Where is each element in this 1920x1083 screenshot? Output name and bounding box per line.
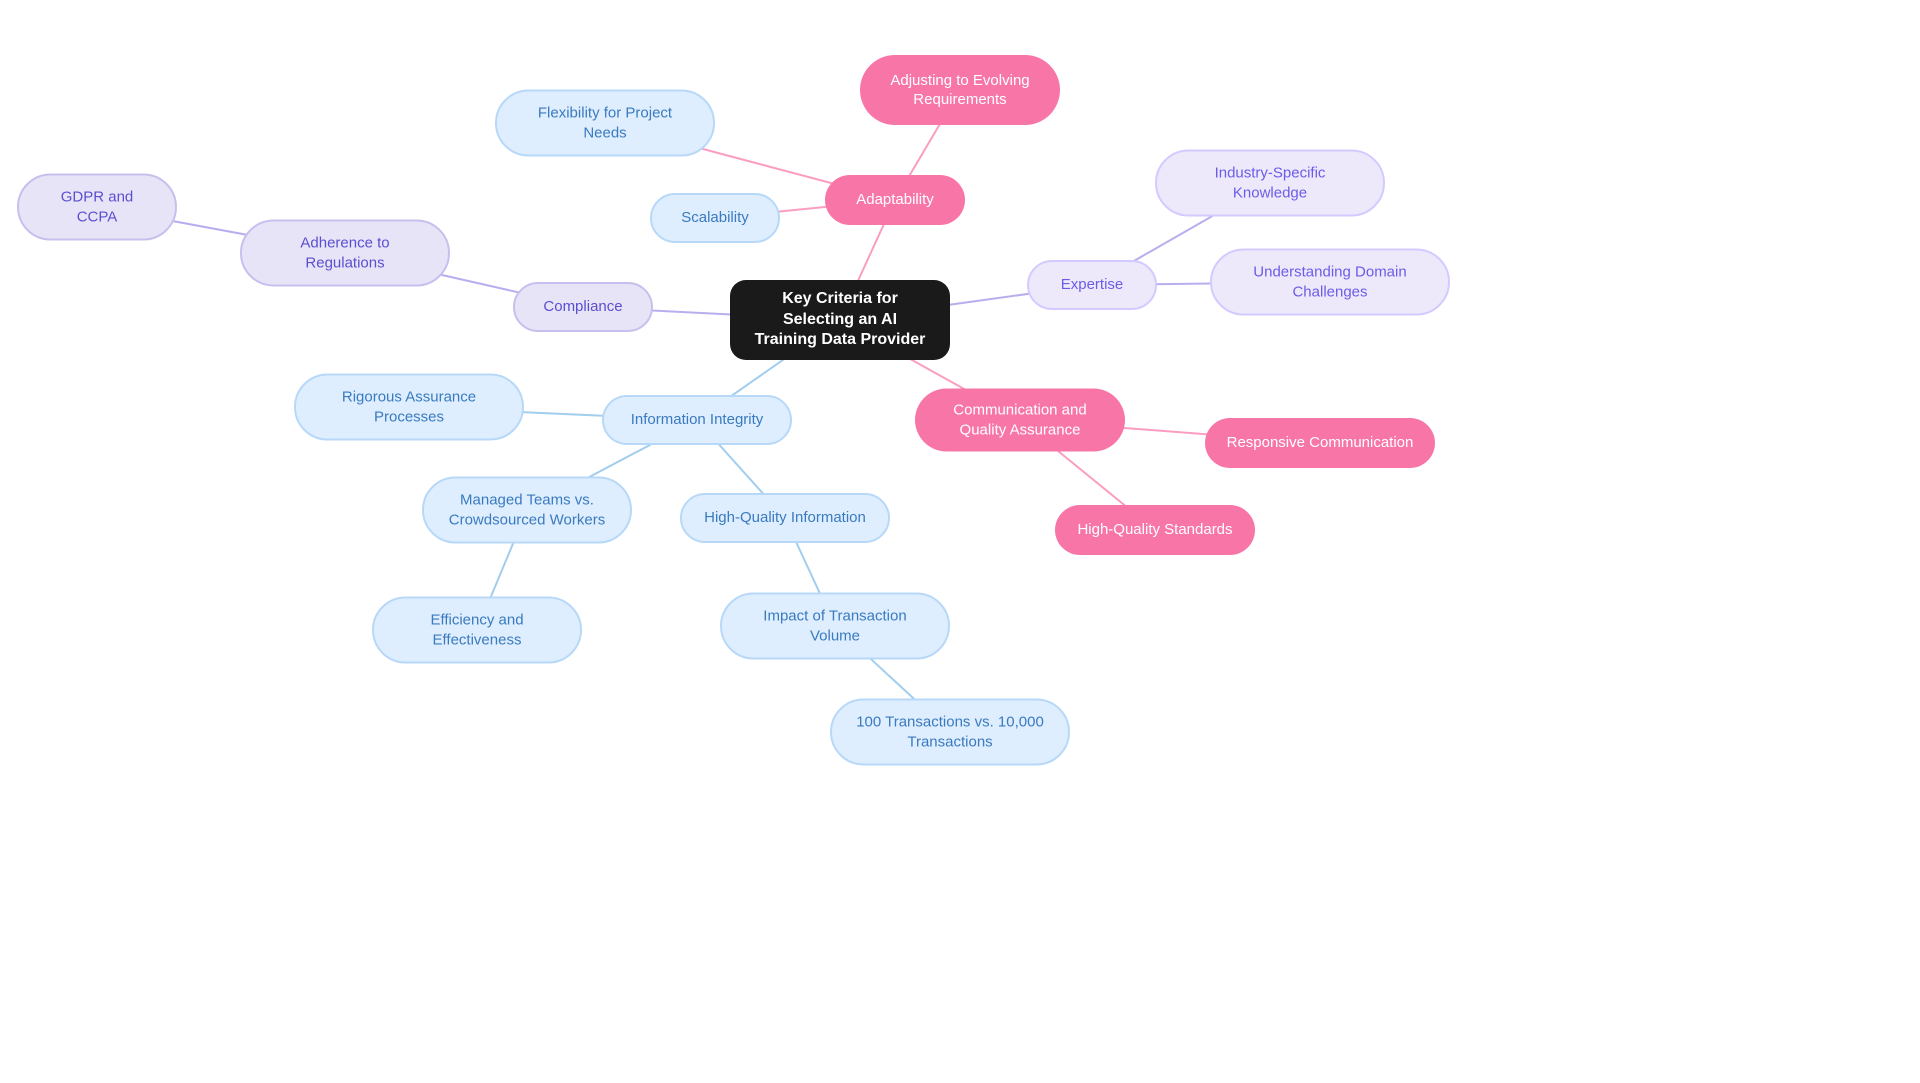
node-center[interactable]: Key Criteria for Selecting an AI Trainin… [730, 280, 950, 360]
node-transactions[interactable]: 100 Transactions vs. 10,000 Transactions [830, 699, 1070, 766]
node-rigorous[interactable]: Rigorous Assurance Processes [294, 374, 524, 441]
node-infointegrity[interactable]: Information Integrity [602, 395, 792, 445]
node-highqualityinfo[interactable]: High-Quality Information [680, 493, 890, 543]
node-adaptability[interactable]: Adaptability [825, 175, 965, 225]
connections-svg [0, 0, 1920, 1083]
node-scalability[interactable]: Scalability [650, 193, 780, 243]
node-gdpr[interactable]: GDPR and CCPA [17, 174, 177, 241]
node-highqualitystandards[interactable]: High-Quality Standards [1055, 505, 1255, 555]
node-commquality[interactable]: Communication and Quality Assurance [915, 389, 1125, 452]
node-efficiency[interactable]: Efficiency and Effectiveness [372, 597, 582, 664]
node-adherence[interactable]: Adherence to Regulations [240, 220, 450, 287]
node-domain[interactable]: Understanding Domain Challenges [1210, 249, 1450, 316]
node-industry[interactable]: Industry-Specific Knowledge [1155, 150, 1385, 217]
node-flexibility[interactable]: Flexibility for Project Needs [495, 90, 715, 157]
node-managed[interactable]: Managed Teams vs. Crowdsourced Workers [422, 477, 632, 544]
node-compliance[interactable]: Compliance [513, 282, 653, 332]
node-adjusting[interactable]: Adjusting to Evolving Requirements [860, 55, 1060, 125]
node-impact[interactable]: Impact of Transaction Volume [720, 593, 950, 660]
node-expertise[interactable]: Expertise [1027, 260, 1157, 310]
node-responsive[interactable]: Responsive Communication [1205, 418, 1435, 468]
mindmap-container: Key Criteria for Selecting an AI Trainin… [0, 0, 1920, 1083]
